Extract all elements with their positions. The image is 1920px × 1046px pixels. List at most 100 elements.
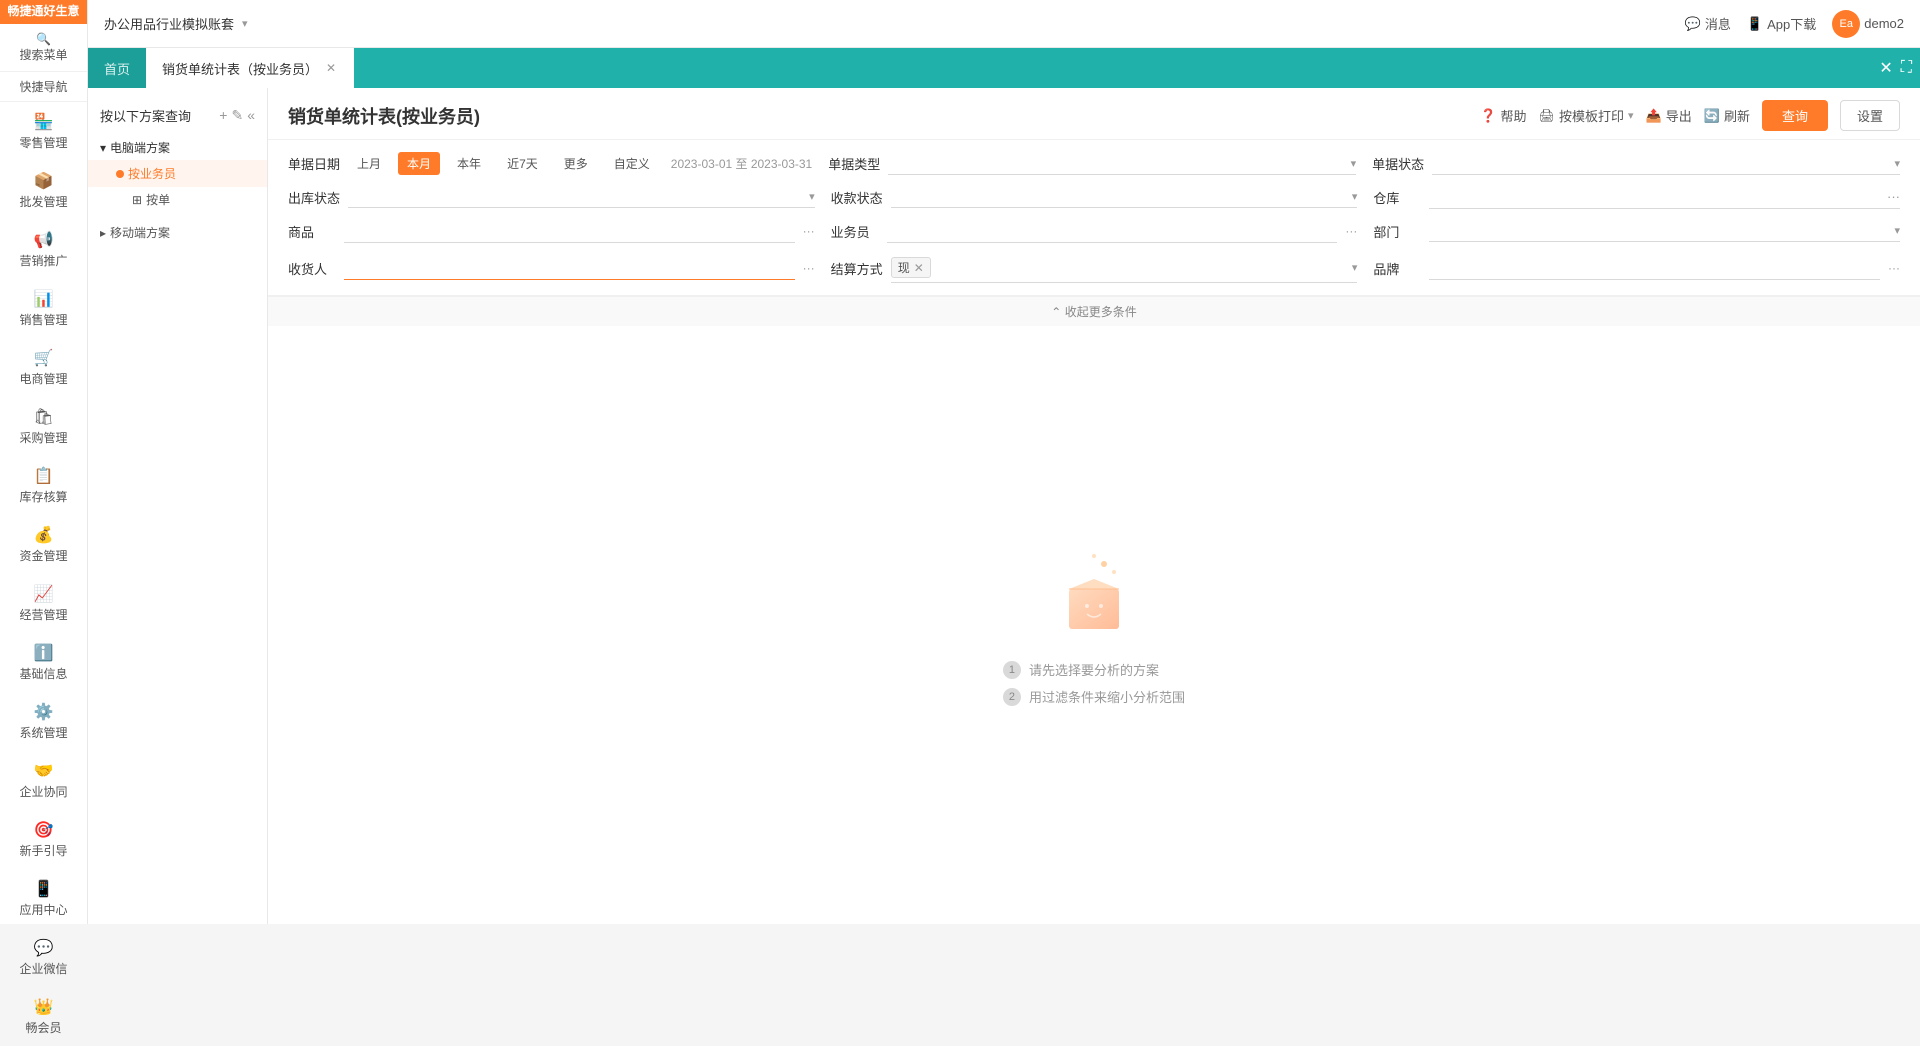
query-button[interactable]: 查询 bbox=[1762, 100, 1828, 131]
salesperson-input[interactable] bbox=[887, 219, 1338, 243]
filter-doc-type: 单据类型 bbox=[828, 153, 1356, 175]
filter-brand: 品牌 ··· bbox=[1373, 256, 1900, 280]
receiver-input[interactable] bbox=[344, 256, 795, 280]
guide-icon: 🎯 bbox=[34, 820, 54, 840]
filter-row-3: 商品 ··· 业务员 ··· 部门 bbox=[288, 219, 1900, 243]
user-menu[interactable]: Ea demo2 bbox=[1832, 10, 1904, 38]
tab-home[interactable]: 首页 bbox=[88, 48, 146, 88]
message-btn[interactable]: 💬 消息 bbox=[1685, 14, 1731, 33]
wholesale-icon: 📦 bbox=[34, 171, 54, 191]
date-this-month[interactable]: 本月 bbox=[398, 152, 440, 175]
page-title-bar: 销货单统计表(按业务员) ❓ 帮助 🖨 按模板打印 📤 bbox=[268, 88, 1920, 140]
tab-maximize-btn[interactable]: ⛶ bbox=[1901, 59, 1912, 77]
filter-product: 商品 ··· bbox=[288, 219, 815, 243]
sales-icon: 📊 bbox=[34, 289, 54, 309]
export-btn[interactable]: 📤 导出 bbox=[1646, 106, 1692, 125]
app-download-btn[interactable]: 📱 App下载 bbox=[1747, 14, 1816, 33]
empty-state: 1 请先选择要分析的方案 2 用过滤条件来缩小分析范围 bbox=[268, 326, 1920, 924]
right-panel: 销货单统计表(按业务员) ❓ 帮助 🖨 按模板打印 📤 bbox=[268, 88, 1920, 924]
top-header: 办公用品行业模拟账套 💬 消息 📱 App下载 Ea demo2 bbox=[88, 0, 1920, 48]
sidebar-item-label: 应用中心 bbox=[19, 901, 67, 918]
settle-chevron bbox=[1352, 261, 1358, 274]
doc-type-select[interactable] bbox=[888, 153, 1356, 175]
settle-select[interactable]: 现 ✕ bbox=[891, 253, 1358, 283]
header-left: 办公用品行业模拟账套 bbox=[104, 14, 248, 33]
tab-report[interactable]: 销货单统计表（按业务员） ✕ bbox=[146, 48, 354, 88]
tab-close-window-btn[interactable]: ✕ bbox=[1879, 58, 1892, 78]
print-dropdown-icon[interactable] bbox=[1628, 109, 1634, 122]
date-more[interactable]: 更多 bbox=[555, 152, 597, 175]
sidebar-quick-nav[interactable]: 快捷导航 bbox=[0, 72, 87, 102]
product-input[interactable] bbox=[344, 219, 795, 243]
print-icon: 🖨 bbox=[1539, 108, 1556, 124]
purchase-icon: 🛍 bbox=[33, 407, 53, 427]
settings-button[interactable]: 设置 bbox=[1840, 100, 1900, 131]
refresh-btn[interactable]: 🔄 刷新 bbox=[1704, 106, 1750, 125]
sidebar-item-enterprise[interactable]: 🤝企业协同 bbox=[0, 751, 87, 810]
sidebar-item-ecom[interactable]: 🛒电商管理 bbox=[0, 338, 87, 397]
salesperson-dots[interactable]: ··· bbox=[1345, 224, 1357, 238]
grid-icon: ⊞ bbox=[132, 193, 142, 207]
warehouse-dots[interactable]: ··· bbox=[1887, 189, 1900, 204]
sidebar-item-retail[interactable]: 🏪零售管理 bbox=[0, 102, 87, 161]
sidebar-item-apps[interactable]: 📱应用中心 bbox=[0, 869, 87, 928]
sidebar-item-label: 经营管理 bbox=[19, 606, 67, 623]
sidebar-item-finance[interactable]: 💰资金管理 bbox=[0, 515, 87, 574]
tab-close-btn[interactable]: ✕ bbox=[324, 61, 338, 75]
empty-tip-2: 2 用过滤条件来缩小分析范围 bbox=[1003, 687, 1185, 706]
retail-icon: 🏪 bbox=[34, 112, 54, 132]
brand-dots[interactable]: ··· bbox=[1888, 261, 1900, 275]
product-dots[interactable]: ··· bbox=[803, 224, 815, 238]
collapse-icon: ⌃ bbox=[1051, 305, 1061, 319]
sidebar-item-basic[interactable]: ℹ️基础信息 bbox=[0, 633, 87, 692]
settle-tag-close[interactable]: ✕ bbox=[914, 261, 924, 275]
tree-item-by-salesperson[interactable]: 按业务员 bbox=[88, 160, 267, 187]
header-dropdown-icon[interactable] bbox=[242, 17, 248, 30]
sidebar-item-guide[interactable]: 🎯新手引导 bbox=[0, 810, 87, 869]
doc-status-select[interactable] bbox=[1432, 153, 1900, 175]
header-dropdown-label[interactable]: 办公用品行业模拟账套 bbox=[104, 14, 234, 33]
page-content: 按以下方案查询 + ✎ « 电脑端方案 按业务员 ⊞ 按单 bbox=[88, 88, 1920, 924]
sidebar-item-label: 批发管理 bbox=[19, 193, 67, 210]
date-last-7[interactable]: 近7天 bbox=[498, 152, 547, 175]
marketing-icon: 📢 bbox=[34, 230, 54, 250]
filter-department: 部门 bbox=[1373, 220, 1900, 242]
sidebar-item-system[interactable]: ⚙️系统管理 bbox=[0, 692, 87, 751]
sidebar-item-wholesale[interactable]: 📦 批发管理 bbox=[0, 161, 87, 220]
warehouse-select[interactable]: ··· bbox=[1429, 185, 1900, 209]
tree-item-by-order[interactable]: ⊞ 按单 bbox=[88, 187, 267, 212]
sidebar-item-wechat[interactable]: 💬企业微信 bbox=[0, 928, 87, 987]
brand-input[interactable] bbox=[1429, 256, 1880, 280]
add-scheme-btn[interactable]: + bbox=[219, 107, 227, 124]
collapse-panel-btn[interactable]: « bbox=[247, 107, 255, 124]
sidebar-item-label: 系统管理 bbox=[19, 724, 67, 741]
sidebar-item-inventory[interactable]: 📋库存核算 bbox=[0, 456, 87, 515]
help-icon: ❓ bbox=[1480, 108, 1496, 124]
date-last-month[interactable]: 上月 bbox=[348, 152, 390, 175]
receiver-dots[interactable]: ··· bbox=[803, 261, 815, 275]
sidebar-item-label: 电商管理 bbox=[19, 370, 67, 387]
sidebar-item-purchase[interactable]: 🛍采购管理 bbox=[0, 397, 87, 456]
tree-expand-icon bbox=[100, 141, 106, 155]
sidebar-item-member[interactable]: 👑畅会员 bbox=[0, 987, 87, 1046]
tree-group-desktop-label[interactable]: 电脑端方案 bbox=[88, 135, 267, 160]
sidebar-item-label: 企业微信 bbox=[19, 960, 67, 977]
sidebar-item-operations[interactable]: 📈经营管理 bbox=[0, 574, 87, 633]
out-status-select[interactable] bbox=[348, 186, 815, 208]
recv-status-select[interactable] bbox=[891, 186, 1358, 208]
sidebar-search[interactable]: 🔍 搜索菜单 bbox=[0, 24, 87, 72]
sidebar-item-sales[interactable]: 📊销售管理 bbox=[0, 279, 87, 338]
collapse-bar[interactable]: ⌃ 收起更多条件 bbox=[268, 296, 1920, 326]
sidebar: 畅捷通好生意 🔍 搜索菜单 快捷导航 🏪零售管理📦批发管理📢营销推广📊销售管理🛒… bbox=[0, 0, 88, 924]
left-panel-title: 按以下方案查询 + ✎ « bbox=[88, 100, 267, 131]
tree-group-mobile-label[interactable]: 移动端方案 bbox=[88, 220, 267, 245]
date-custom[interactable]: 自定义 bbox=[605, 152, 659, 175]
date-this-year[interactable]: 本年 bbox=[448, 152, 490, 175]
sidebar-item-marketing[interactable]: 📢营销推广 bbox=[0, 220, 87, 279]
filter-row-2: 出库状态 收款状态 仓库 bbox=[288, 185, 1900, 209]
edit-scheme-btn[interactable]: ✎ bbox=[231, 107, 243, 124]
print-btn[interactable]: 🖨 按模板打印 bbox=[1539, 106, 1634, 125]
help-btn[interactable]: ❓ 帮助 bbox=[1480, 106, 1526, 125]
department-select[interactable] bbox=[1429, 220, 1900, 242]
export-icon: 📤 bbox=[1646, 108, 1662, 124]
